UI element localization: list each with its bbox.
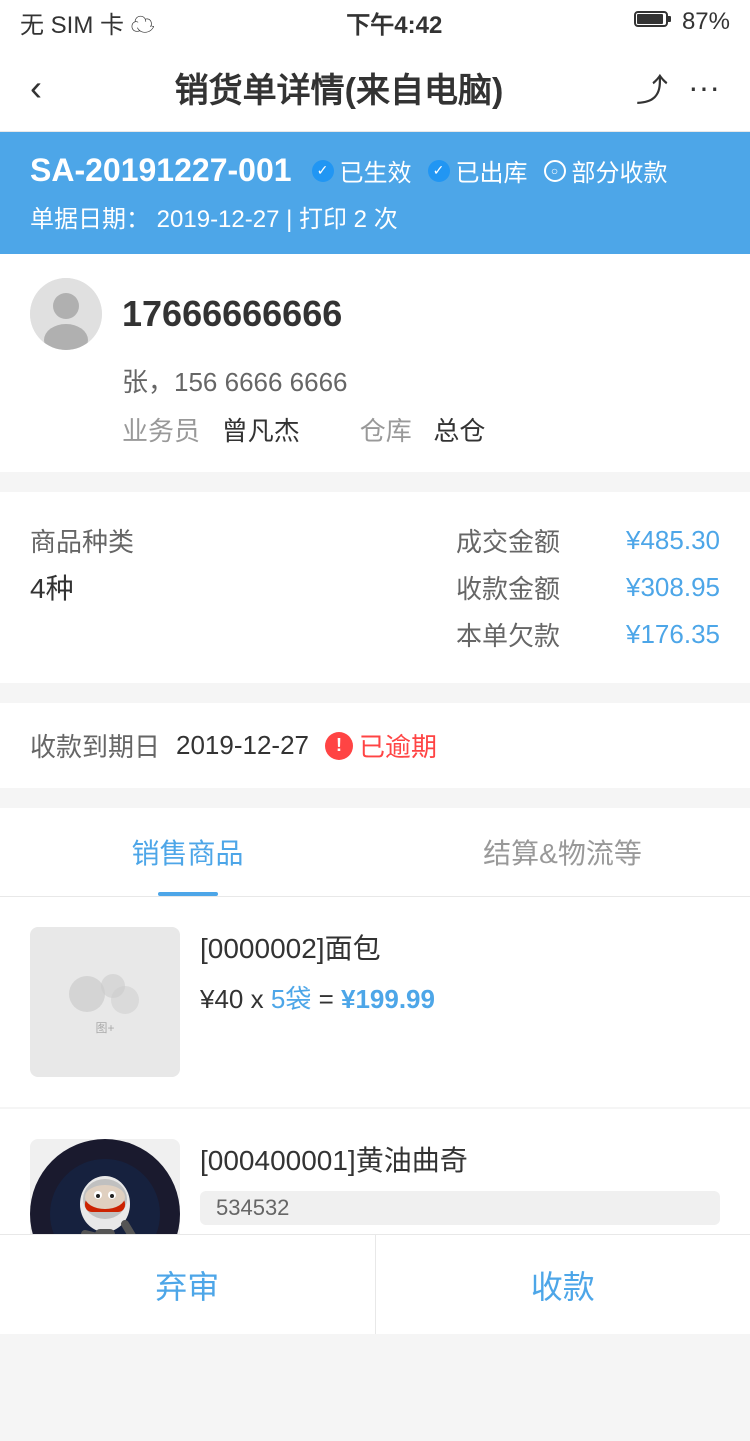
- check-icon-1: ✓: [312, 160, 334, 182]
- tab-sales-products[interactable]: 销售商品: [0, 808, 375, 896]
- customer-phone: 17666666666: [122, 293, 342, 335]
- salesman-label: 业务员: [122, 416, 200, 446]
- avatar-svg: [30, 278, 102, 350]
- status-bar: 无 SIM 卡 ☁ 下午4:42 87%: [0, 0, 750, 44]
- warehouse-value: 总仓: [433, 416, 485, 446]
- due-section: 收款到期日 2019-12-27 ! 已逾期: [0, 703, 750, 788]
- status-tag-effective: ✓ 已生效: [312, 153, 412, 188]
- product-name-2: [000400001]黄油曲奇: [200, 1139, 720, 1179]
- due-label: 收款到期日: [30, 727, 160, 764]
- amount-label: 成交金额: [456, 522, 560, 559]
- product-name-1: [0000002]面包: [200, 927, 720, 967]
- status-left: 无 SIM 卡 ☁: [20, 5, 155, 40]
- product-info-1: [0000002]面包 ¥40 x 5袋 = ¥199.99: [200, 927, 720, 1016]
- battery-pct: 87%: [682, 8, 730, 36]
- warehouse-group: 仓库 总仓: [360, 411, 486, 448]
- collected-label: 收款金额: [456, 569, 560, 606]
- collected-value: ¥308.95: [580, 572, 720, 603]
- product-price-row-1: ¥40 x 5袋 = ¥199.99: [200, 979, 720, 1016]
- product-image-1: 图+: [30, 927, 180, 1077]
- clock-icon: ○: [544, 160, 566, 182]
- order-id: SA-20191227-001: [30, 152, 292, 189]
- more-icon[interactable]: ···: [688, 69, 720, 106]
- collected-row: 收款金额 ¥308.95: [456, 569, 720, 606]
- category-label: 商品种类: [30, 522, 134, 559]
- owed-label: 本单欠款: [456, 616, 560, 653]
- svg-text:图+: 图+: [95, 1021, 114, 1035]
- order-banner: SA-20191227-001 ✓ 已生效 ✓ 已出库 ○ 部分收款 单据日期：…: [0, 132, 750, 254]
- overdue-text: 已逾期: [359, 727, 437, 764]
- status-right: 87%: [634, 8, 730, 36]
- cancel-button[interactable]: 弃审: [0, 1235, 376, 1334]
- nav-actions: ⤴ ···: [636, 65, 720, 111]
- tabs-row: 销售商品 结算&物流等: [0, 808, 750, 896]
- customer-top: 17666666666: [30, 278, 720, 350]
- tab-settlement-label: 结算&物流等: [483, 832, 642, 872]
- amount-row: 成交金额 ¥485.30: [456, 522, 720, 559]
- due-date-value: 2019-12-27: [176, 730, 309, 761]
- amount-value: ¥485.30: [580, 525, 720, 556]
- salesman-value: 曾凡杰: [222, 416, 300, 446]
- salesman-group: 业务员 曾凡杰: [122, 411, 300, 448]
- customer-contact: 张，156 6666 6666: [30, 362, 720, 399]
- collect-button[interactable]: 收款: [376, 1235, 750, 1334]
- tab-settlement[interactable]: 结算&物流等: [375, 808, 750, 896]
- stats-section: 商品种类 4种 成交金额 ¥485.30 收款金额 ¥308.95 本单欠款 ¥…: [0, 492, 750, 683]
- back-button[interactable]: ‹: [30, 67, 42, 109]
- bottom-spacer: [0, 1321, 750, 1441]
- status-tag-partial: ○ 部分收款: [544, 153, 668, 188]
- tab-active-underline: [158, 892, 218, 896]
- category-value: 4种: [30, 567, 134, 607]
- status-tags: ✓ 已生效 ✓ 已出库 ○ 部分收款: [312, 153, 668, 188]
- product-placeholder-svg-1: 图+: [55, 962, 155, 1042]
- product-qty-1: 5袋: [271, 984, 311, 1014]
- product-total-1: ¥199.99: [341, 984, 435, 1014]
- check-icon-2: ✓: [428, 160, 450, 182]
- warehouse-label: 仓库: [360, 416, 412, 446]
- tabs-section: 销售商品 结算&物流等: [0, 808, 750, 897]
- sim-status: 无 SIM 卡 ☁: [20, 5, 155, 40]
- order-date: 2019-12-27: [157, 206, 280, 233]
- nav-bar: ‹ 销货单详情(来自电脑) ⤴ ···: [0, 44, 750, 132]
- product-card-1: 图+ [0000002]面包 ¥40 x 5袋 = ¥199.99: [0, 897, 750, 1107]
- owed-row: 本单欠款 ¥176.35: [456, 616, 720, 653]
- customer-meta: 业务员 曾凡杰 仓库 总仓: [30, 411, 720, 448]
- overdue-icon: !: [325, 732, 353, 760]
- avatar: [30, 278, 102, 350]
- date-label: 单据日期：: [30, 206, 150, 233]
- owed-value: ¥176.35: [580, 619, 720, 650]
- status-tag-shipped: ✓ 已出库: [428, 153, 528, 188]
- overdue-badge: ! 已逾期: [325, 727, 437, 764]
- status-time: 下午4:42: [346, 5, 442, 40]
- customer-section: 17666666666 张，156 6666 6666 业务员 曾凡杰 仓库 总…: [0, 254, 750, 472]
- share-icon[interactable]: ⤴: [636, 65, 668, 111]
- page-title: 销货单详情(来自电脑): [175, 63, 504, 112]
- battery-icon: [634, 8, 674, 36]
- product-tag-2: 534532: [200, 1191, 720, 1225]
- order-id-row: SA-20191227-001 ✓ 已生效 ✓ 已出库 ○ 部分收款: [30, 152, 720, 189]
- order-date-row: 单据日期： 2019-12-27 | 打印 2 次: [30, 199, 720, 234]
- bottom-bar: 弃审 收款: [0, 1234, 750, 1334]
- tab-sales-label: 销售商品: [131, 832, 243, 872]
- stats-right: 成交金额 ¥485.30 收款金额 ¥308.95 本单欠款 ¥176.35: [456, 522, 720, 653]
- print-info: | 打印 2 次: [286, 206, 398, 233]
- stats-left: 商品种类 4种: [30, 522, 134, 607]
- product-price-1: ¥40: [200, 984, 243, 1014]
